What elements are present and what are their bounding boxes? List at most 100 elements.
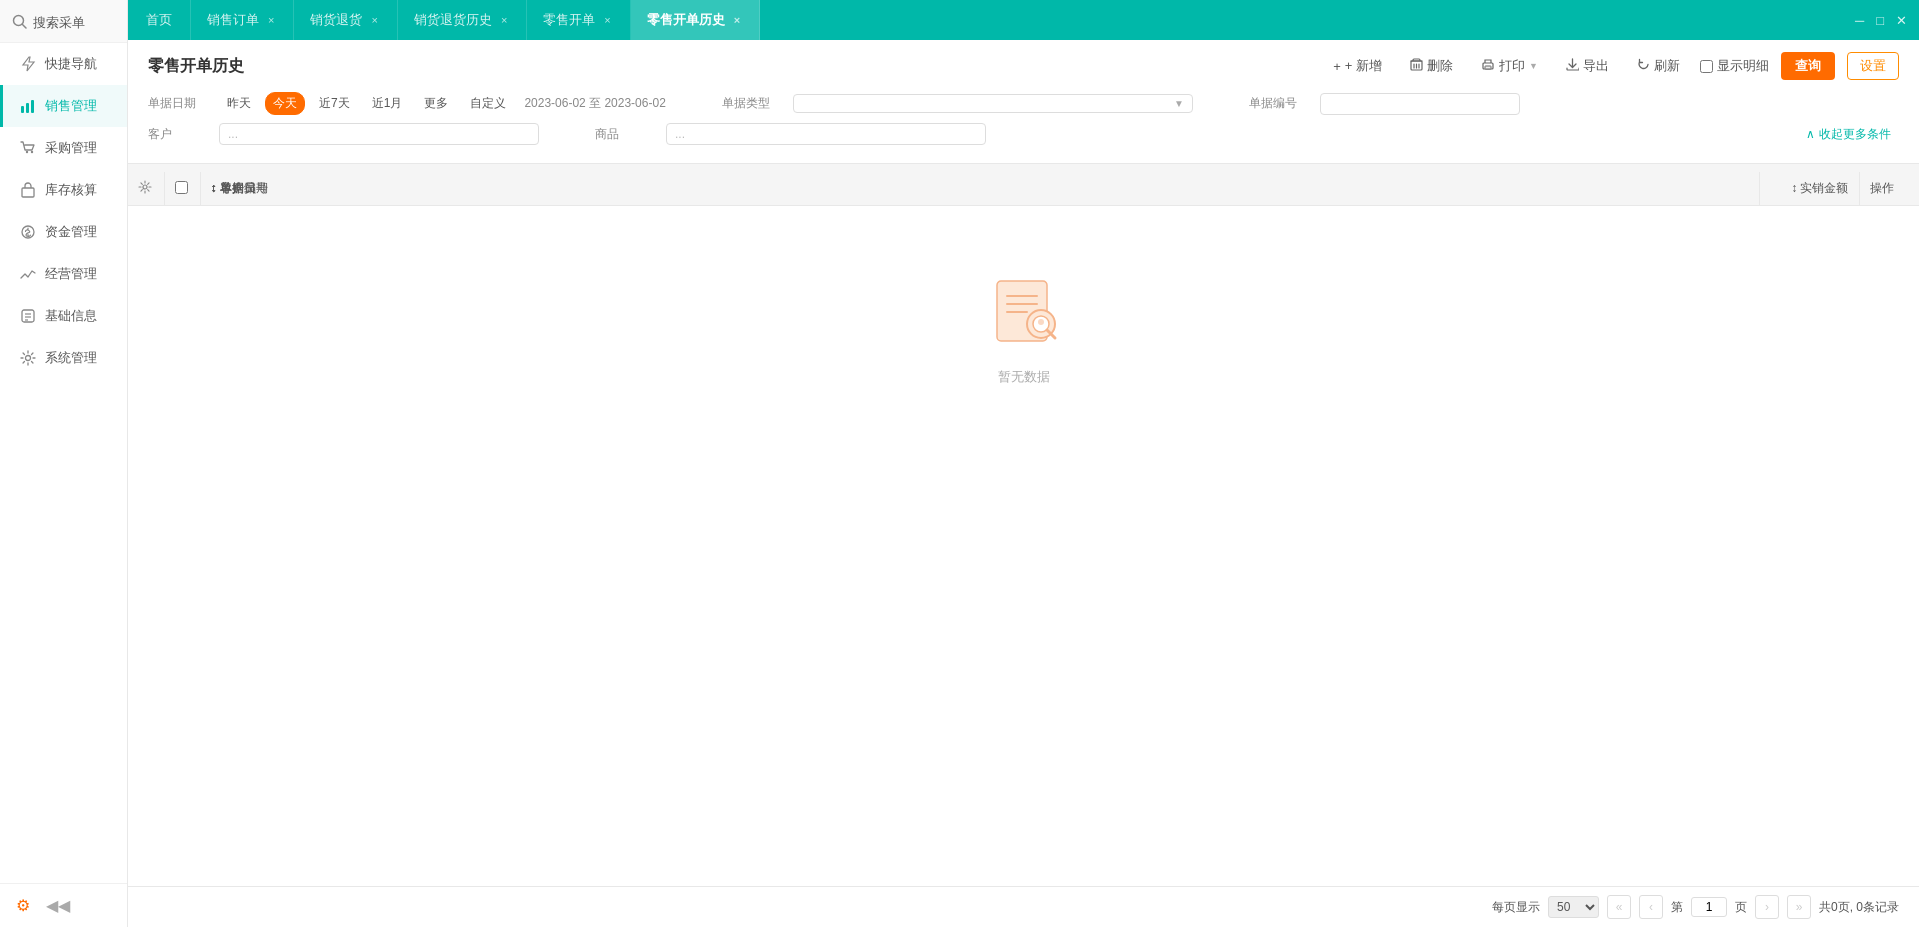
sidebar-item-finance[interactable]: 资金管理 bbox=[0, 211, 127, 253]
svg-rect-2 bbox=[21, 106, 24, 113]
date-btn-today[interactable]: 今天 bbox=[265, 92, 305, 115]
refresh-icon bbox=[1637, 58, 1650, 74]
sidebar-item-inventory[interactable]: 库存核算 bbox=[0, 169, 127, 211]
tab-retail-open-label: 零售开单 bbox=[543, 11, 595, 29]
doc-no-input[interactable] bbox=[1320, 93, 1520, 115]
date-btn-yesterday[interactable]: 昨天 bbox=[219, 92, 259, 115]
tab-sales-return-close[interactable]: × bbox=[368, 13, 380, 27]
tab-sales-return-history[interactable]: 销货退货历史 × bbox=[398, 0, 527, 40]
tab-retail-open-close[interactable]: × bbox=[601, 13, 613, 27]
print-dropdown-icon: ▼ bbox=[1529, 61, 1538, 71]
goods-select[interactable]: ... bbox=[666, 123, 986, 145]
col-checkbox[interactable] bbox=[164, 172, 200, 206]
tab-sales-return-history-close[interactable]: × bbox=[498, 13, 510, 27]
filter-area: 单据日期 昨天 今天 近7天 近1月 更多 自定义 2023-06-02 至 2… bbox=[148, 92, 1899, 163]
sidebar-item-sales-mgmt[interactable]: 销售管理 bbox=[0, 85, 127, 127]
sidebar-item-label: 销售管理 bbox=[45, 97, 97, 115]
print-button[interactable]: 打印 ▼ bbox=[1473, 53, 1546, 79]
next-page-btn[interactable]: › bbox=[1755, 895, 1779, 919]
pagination-bar: 每页显示 50 10 20 100 « ‹ 第 页 › » 共0页, 0条记录 bbox=[128, 886, 1919, 927]
tab-sales-return[interactable]: 销货退货 × bbox=[294, 0, 397, 40]
settings-bottom-icon[interactable]: ⚙ bbox=[16, 896, 30, 915]
col-amount[interactable]: ↕ 实销金额 bbox=[1759, 172, 1859, 206]
svg-rect-4 bbox=[31, 100, 34, 113]
svg-point-29 bbox=[1038, 319, 1044, 325]
display-cols-checkbox[interactable]: 显示明细 bbox=[1700, 57, 1769, 75]
tab-sales-return-label: 销货退货 bbox=[310, 11, 362, 29]
export-button[interactable]: 导出 bbox=[1558, 53, 1617, 79]
tab-sales-order[interactable]: 销售订单 × bbox=[191, 0, 294, 40]
per-page-label: 每页显示 bbox=[1492, 899, 1540, 916]
search-icon bbox=[12, 14, 27, 32]
collapse-filter-btn[interactable]: ∧ 收起更多条件 bbox=[1798, 124, 1899, 145]
sidebar-search[interactable]: 搜索采单 bbox=[0, 0, 127, 43]
delete-icon bbox=[1410, 58, 1423, 74]
first-page-btn[interactable]: « bbox=[1607, 895, 1631, 919]
svg-point-6 bbox=[31, 151, 33, 153]
sidebar-search-label: 搜索采单 bbox=[33, 14, 85, 32]
tab-retail-open[interactable]: 零售开单 × bbox=[527, 0, 630, 40]
settings-label: 设置 bbox=[1860, 57, 1886, 75]
data-table: ↕ 单据日期 ↕ 单据编号 ↕ 客户 ↕ 导购员 ↕ bbox=[128, 172, 1919, 206]
last-page-btn[interactable]: » bbox=[1787, 895, 1811, 919]
prev-page-btn[interactable]: ‹ bbox=[1639, 895, 1663, 919]
svg-point-13 bbox=[26, 356, 31, 361]
operations-icon bbox=[19, 265, 37, 283]
doc-type-filter-label: 单据类型 bbox=[722, 95, 777, 112]
doc-type-dropdown-icon: ▼ bbox=[1174, 98, 1184, 109]
empty-illustration bbox=[979, 266, 1069, 356]
col-guide-label: ↕ 导购员 bbox=[211, 181, 256, 195]
col-settings[interactable] bbox=[128, 172, 164, 206]
tab-retail-history-label: 零售开单历史 bbox=[647, 11, 725, 29]
sidebar-bottom: ⚙ ◀◀ bbox=[0, 883, 127, 927]
date-btn-1month[interactable]: 近1月 bbox=[364, 92, 411, 115]
date-btn-7days[interactable]: 近7天 bbox=[311, 92, 358, 115]
tab-retail-history[interactable]: 零售开单历史 × bbox=[631, 0, 760, 40]
per-page-select[interactable]: 50 10 20 100 bbox=[1548, 896, 1599, 918]
customer-select[interactable]: ... bbox=[219, 123, 539, 145]
col-action: 操作 bbox=[1859, 172, 1919, 206]
add-button[interactable]: + + 新增 bbox=[1325, 53, 1390, 79]
doc-type-select[interactable]: ▼ bbox=[793, 94, 1193, 113]
sidebar-item-quick-nav[interactable]: 快捷导航 bbox=[0, 43, 127, 85]
sidebar-item-purchase-mgmt[interactable]: 采购管理 bbox=[0, 127, 127, 169]
date-btn-more[interactable]: 更多 bbox=[416, 92, 456, 115]
box-icon bbox=[19, 181, 37, 199]
window-close-btn[interactable]: ✕ bbox=[1896, 13, 1907, 28]
empty-text: 暂无数据 bbox=[998, 368, 1050, 386]
tab-sales-order-close[interactable]: × bbox=[265, 13, 277, 27]
sidebar-item-system-mgmt[interactable]: 系统管理 bbox=[0, 337, 127, 379]
collapse-sidebar-icon[interactable]: ◀◀ bbox=[46, 896, 70, 915]
settings-button[interactable]: 设置 bbox=[1847, 52, 1899, 80]
query-button[interactable]: 查询 bbox=[1781, 52, 1835, 80]
tab-home-label: 首页 bbox=[146, 11, 172, 29]
page-number-input[interactable] bbox=[1691, 897, 1727, 917]
col-spacer bbox=[200, 172, 1759, 206]
svg-rect-7 bbox=[22, 188, 34, 197]
print-icon bbox=[1481, 58, 1495, 75]
tab-retail-history-close[interactable]: × bbox=[731, 13, 743, 27]
sidebar-item-basic-info[interactable]: 基础信息 bbox=[0, 295, 127, 337]
filter-row-1: 单据日期 昨天 今天 近7天 近1月 更多 自定义 2023-06-02 至 2… bbox=[148, 92, 1899, 115]
tab-bar: 首页 销售订单 × 销货退货 × 销货退货历史 × 零售开单 × 零售开单历史 … bbox=[128, 0, 1919, 40]
window-maximize-btn[interactable]: □ bbox=[1876, 13, 1884, 28]
svg-rect-20 bbox=[1485, 66, 1491, 69]
filter-row-2: 客户 ... 商品 ... ∧ 收起更多条件 bbox=[148, 123, 1899, 145]
col-amount-label: ↕ 实销金额 bbox=[1791, 181, 1848, 195]
sidebar-item-label: 快捷导航 bbox=[45, 55, 97, 73]
list-icon bbox=[19, 307, 37, 325]
delete-button[interactable]: 删除 bbox=[1402, 53, 1461, 79]
finance-icon bbox=[19, 223, 37, 241]
content-area: 零售开单历史 + + 新增 bbox=[128, 40, 1919, 927]
window-minimize-btn[interactable]: ─ bbox=[1855, 13, 1864, 28]
display-cols-input[interactable] bbox=[1700, 60, 1713, 73]
date-btn-custom[interactable]: 自定义 bbox=[462, 92, 514, 115]
empty-state: 暂无数据 bbox=[128, 206, 1919, 426]
refresh-button[interactable]: 刷新 bbox=[1629, 53, 1688, 79]
tab-home[interactable]: 首页 bbox=[128, 0, 191, 40]
select-all-checkbox[interactable] bbox=[175, 181, 188, 194]
sidebar-item-label: 经营管理 bbox=[45, 265, 97, 283]
tab-sales-order-label: 销售订单 bbox=[207, 11, 259, 29]
cart-icon bbox=[19, 139, 37, 157]
sidebar-item-operations[interactable]: 经营管理 bbox=[0, 253, 127, 295]
